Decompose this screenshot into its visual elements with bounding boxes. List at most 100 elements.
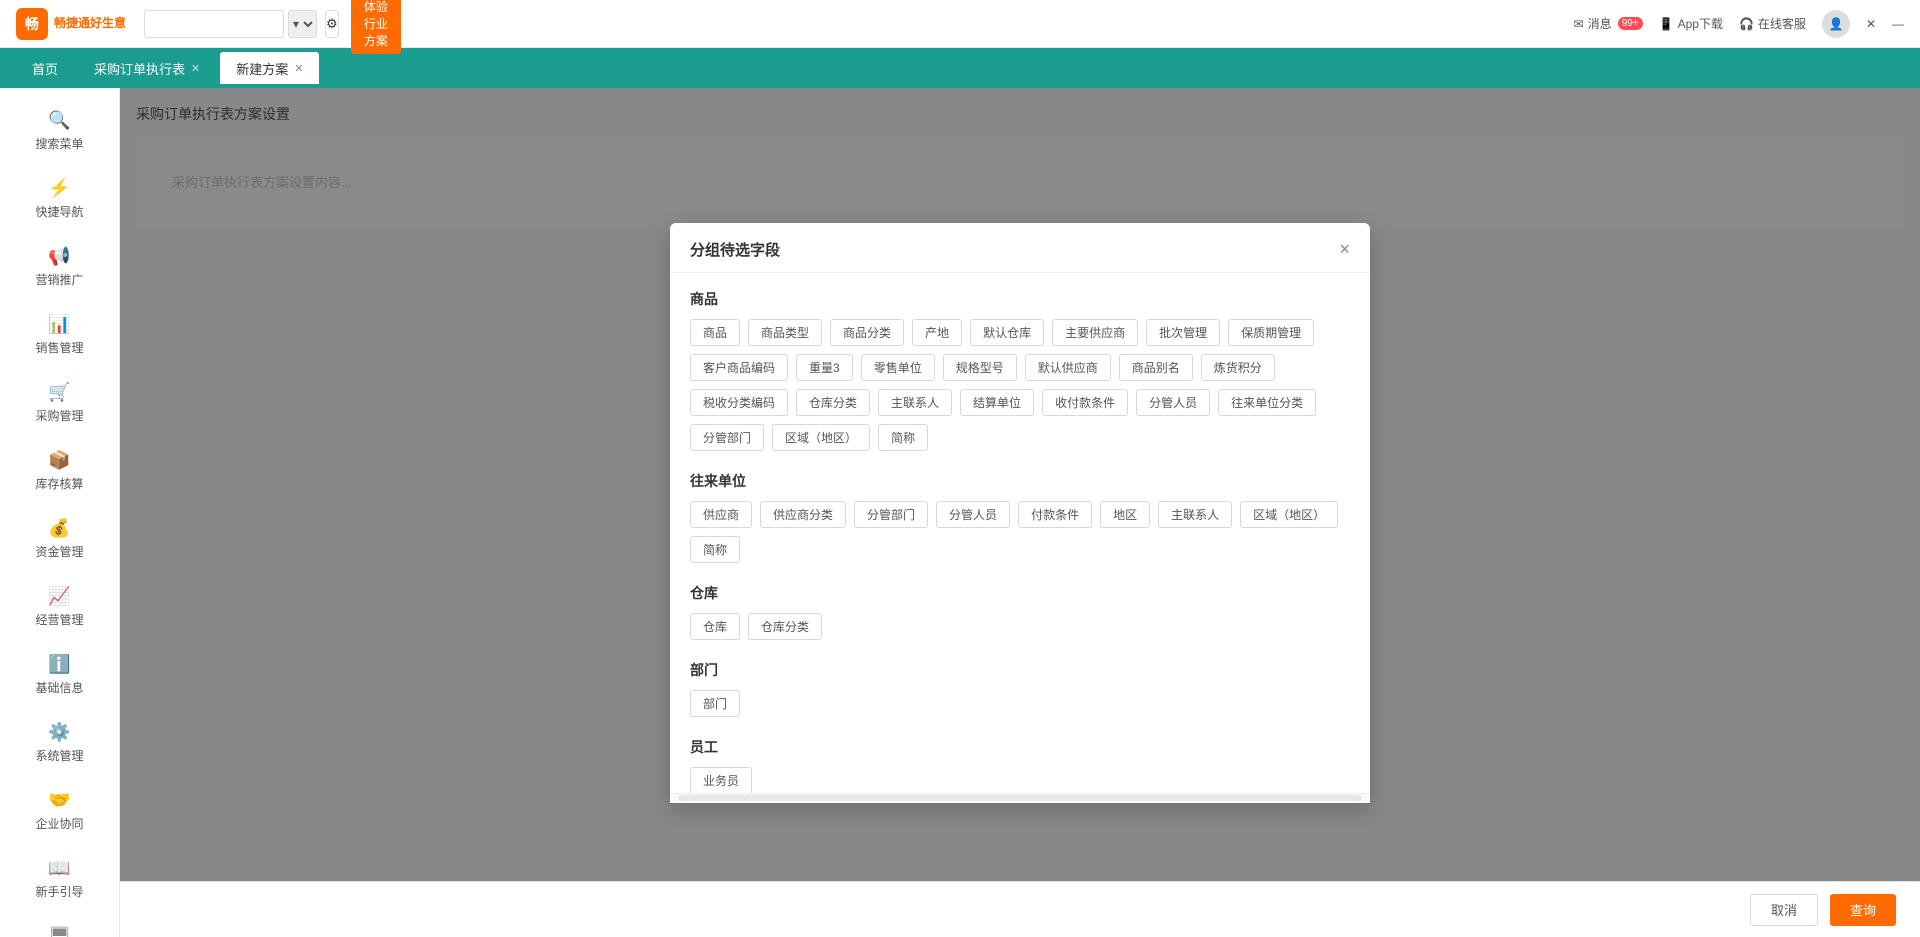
sidebar-icon-4: 🛒 bbox=[48, 382, 70, 403]
field-tag-0-11[interactable]: 规格型号 bbox=[943, 354, 1017, 381]
field-tag-1-0[interactable]: 供应商 bbox=[690, 501, 752, 528]
sidebar-label-8: 基础信息 bbox=[35, 679, 83, 696]
sidebar-label-3: 销售管理 bbox=[35, 339, 83, 356]
field-tag-0-6[interactable]: 批次管理 bbox=[1146, 319, 1220, 346]
sidebar-item-0[interactable]: 🔍 搜索菜单 bbox=[8, 98, 111, 164]
field-tag-0-12[interactable]: 默认供应商 bbox=[1025, 354, 1111, 381]
top-minimize-button[interactable]: — bbox=[1892, 17, 1904, 31]
sidebar-item-12[interactable]: 🖥 应用中心 bbox=[8, 914, 111, 937]
sidebar-label-2: 营销推广 bbox=[35, 271, 83, 288]
tab-purchase-close[interactable]: ✕ bbox=[191, 62, 200, 75]
modal-body[interactable]: 商品商品商品类型商品分类产地默认仓库主要供应商批次管理保质期管理客户商品编码重量… bbox=[670, 273, 1370, 793]
sidebar-item-8[interactable]: ℹ️ 基础信息 bbox=[8, 642, 111, 708]
experience-button[interactable]: 体验行业方案 bbox=[351, 0, 401, 54]
field-tag-2-0[interactable]: 仓库 bbox=[690, 613, 740, 640]
top-right: ✉ 消息 99+ 📱 App下载 🎧 在线客服 👤 ✕ — bbox=[1574, 10, 1904, 38]
field-tag-0-20[interactable]: 分管人员 bbox=[1136, 389, 1210, 416]
sidebar-label-7: 经营管理 bbox=[35, 611, 83, 628]
sidebar-icon-3: 📊 bbox=[48, 314, 70, 335]
field-tag-0-0[interactable]: 商品 bbox=[690, 319, 740, 346]
field-tag-0-18[interactable]: 结算单位 bbox=[960, 389, 1034, 416]
search-input[interactable] bbox=[144, 10, 284, 38]
bottom-action-bar: 取消 查询 bbox=[120, 881, 1920, 937]
app-download-button[interactable]: 📱 App下载 bbox=[1659, 15, 1723, 32]
top-close-button[interactable]: ✕ bbox=[1866, 17, 1876, 31]
field-tag-4-0[interactable]: 业务员 bbox=[690, 767, 752, 793]
sidebar-icon-9: ⚙️ bbox=[48, 722, 70, 743]
field-tag-0-22[interactable]: 分管部门 bbox=[690, 424, 764, 451]
sidebar: 🔍 搜索菜单 ⚡ 快捷导航 📢 营销推广 📊 销售管理 🛒 采购管理 📦 库存核… bbox=[0, 88, 120, 937]
field-tag-0-16[interactable]: 仓库分类 bbox=[796, 389, 870, 416]
field-tag-1-5[interactable]: 地区 bbox=[1100, 501, 1150, 528]
field-tag-1-4[interactable]: 付款条件 bbox=[1018, 501, 1092, 528]
field-tag-0-9[interactable]: 重量3 bbox=[796, 354, 853, 381]
sidebar-item-5[interactable]: 📦 库存核算 bbox=[8, 438, 111, 504]
search-dropdown[interactable]: ▾ bbox=[288, 10, 317, 38]
sidebar-label-1: 快捷导航 bbox=[35, 203, 83, 220]
sidebar-icon-11: 📖 bbox=[48, 858, 70, 879]
field-tag-0-21[interactable]: 往来单位分类 bbox=[1218, 389, 1316, 416]
field-tag-3-0[interactable]: 部门 bbox=[690, 690, 740, 717]
sidebar-item-7[interactable]: 📈 经营管理 bbox=[8, 574, 111, 640]
user-avatar[interactable]: 👤 bbox=[1822, 10, 1850, 38]
sidebar-item-3[interactable]: 📊 销售管理 bbox=[8, 302, 111, 368]
sidebar-label-4: 采购管理 bbox=[35, 407, 83, 424]
field-tag-0-10[interactable]: 零售单位 bbox=[861, 354, 935, 381]
field-tag-0-1[interactable]: 商品类型 bbox=[748, 319, 822, 346]
tab-purchase[interactable]: 采购订单执行表 ✕ bbox=[78, 52, 216, 84]
field-tag-1-7[interactable]: 区域（地区） bbox=[1240, 501, 1338, 528]
sidebar-label-5: 库存核算 bbox=[35, 475, 83, 492]
sidebar-item-4[interactable]: 🛒 采购管理 bbox=[8, 370, 111, 436]
field-tag-0-14[interactable]: 炼货积分 bbox=[1201, 354, 1275, 381]
field-tag-0-13[interactable]: 商品别名 bbox=[1119, 354, 1193, 381]
tab-new-plan-close[interactable]: ✕ bbox=[294, 62, 303, 75]
field-tag-0-24[interactable]: 简称 bbox=[878, 424, 928, 451]
field-tags-3: 部门 bbox=[690, 690, 1350, 717]
field-tag-0-19[interactable]: 收付款条件 bbox=[1042, 389, 1128, 416]
field-tag-0-2[interactable]: 商品分类 bbox=[830, 319, 904, 346]
field-tag-0-17[interactable]: 主联系人 bbox=[878, 389, 952, 416]
tab-home[interactable]: 首页 bbox=[16, 52, 74, 84]
sidebar-item-6[interactable]: 💰 资金管理 bbox=[8, 506, 111, 572]
field-tag-0-3[interactable]: 产地 bbox=[912, 319, 962, 346]
sidebar-icon-7: 📈 bbox=[48, 586, 70, 607]
sidebar-item-10[interactable]: 🤝 企业协同 bbox=[8, 778, 111, 844]
modal-title: 分组待选字段 bbox=[690, 239, 780, 260]
field-tag-0-8[interactable]: 客户商品编码 bbox=[690, 354, 788, 381]
section-title-0: 商品 bbox=[690, 289, 1350, 309]
modal-dialog: 分组待选字段 × 商品商品商品类型商品分类产地默认仓库主要供应商批次管理保质期管… bbox=[670, 223, 1370, 803]
sidebar-item-11[interactable]: 📖 新手引导 bbox=[8, 846, 111, 912]
field-tag-1-1[interactable]: 供应商分类 bbox=[760, 501, 846, 528]
sidebar-label-0: 搜索菜单 bbox=[35, 135, 83, 152]
online-service-button[interactable]: 🎧 在线客服 bbox=[1739, 15, 1806, 32]
field-tag-1-8[interactable]: 简称 bbox=[690, 536, 740, 563]
tab-new-plan[interactable]: 新建方案 ✕ bbox=[220, 52, 319, 84]
field-tag-1-6[interactable]: 主联系人 bbox=[1158, 501, 1232, 528]
confirm-button[interactable]: 查询 bbox=[1830, 894, 1896, 926]
field-tag-0-23[interactable]: 区域（地区） bbox=[772, 424, 870, 451]
gear-button[interactable]: ⚙ bbox=[325, 10, 339, 38]
sidebar-label-11: 新手引导 bbox=[35, 883, 83, 900]
field-tag-1-3[interactable]: 分管人员 bbox=[936, 501, 1010, 528]
message-button[interactable]: ✉ 消息 99+ bbox=[1574, 15, 1643, 32]
sidebar-item-9[interactable]: ⚙️ 系统管理 bbox=[8, 710, 111, 776]
field-section-0: 商品商品商品类型商品分类产地默认仓库主要供应商批次管理保质期管理客户商品编码重量… bbox=[690, 289, 1350, 451]
field-tag-0-7[interactable]: 保质期管理 bbox=[1228, 319, 1314, 346]
sidebar-item-1[interactable]: ⚡ 快捷导航 bbox=[8, 166, 111, 232]
section-title-3: 部门 bbox=[690, 660, 1350, 680]
modal-close-button[interactable]: × bbox=[1339, 240, 1350, 258]
field-tag-1-2[interactable]: 分管部门 bbox=[854, 501, 928, 528]
sidebar-label-9: 系统管理 bbox=[35, 747, 83, 764]
modal-horizontal-scrollbar[interactable] bbox=[670, 793, 1370, 803]
sidebar-icon-6: 💰 bbox=[48, 518, 70, 539]
sidebar-item-2[interactable]: 📢 营销推广 bbox=[8, 234, 111, 300]
field-tags-4: 业务员 bbox=[690, 767, 1350, 793]
modal-overlay: 分组待选字段 × 商品商品商品类型商品分类产地默认仓库主要供应商批次管理保质期管… bbox=[120, 88, 1920, 937]
field-tag-2-1[interactable]: 仓库分类 bbox=[748, 613, 822, 640]
field-tag-0-15[interactable]: 税收分类编码 bbox=[690, 389, 788, 416]
field-tag-0-5[interactable]: 主要供应商 bbox=[1052, 319, 1138, 346]
field-section-1: 往来单位供应商供应商分类分管部门分管人员付款条件地区主联系人区域（地区）简称 bbox=[690, 471, 1350, 563]
section-title-2: 仓库 bbox=[690, 583, 1350, 603]
field-tag-0-4[interactable]: 默认仓库 bbox=[970, 319, 1044, 346]
cancel-button[interactable]: 取消 bbox=[1750, 894, 1818, 926]
